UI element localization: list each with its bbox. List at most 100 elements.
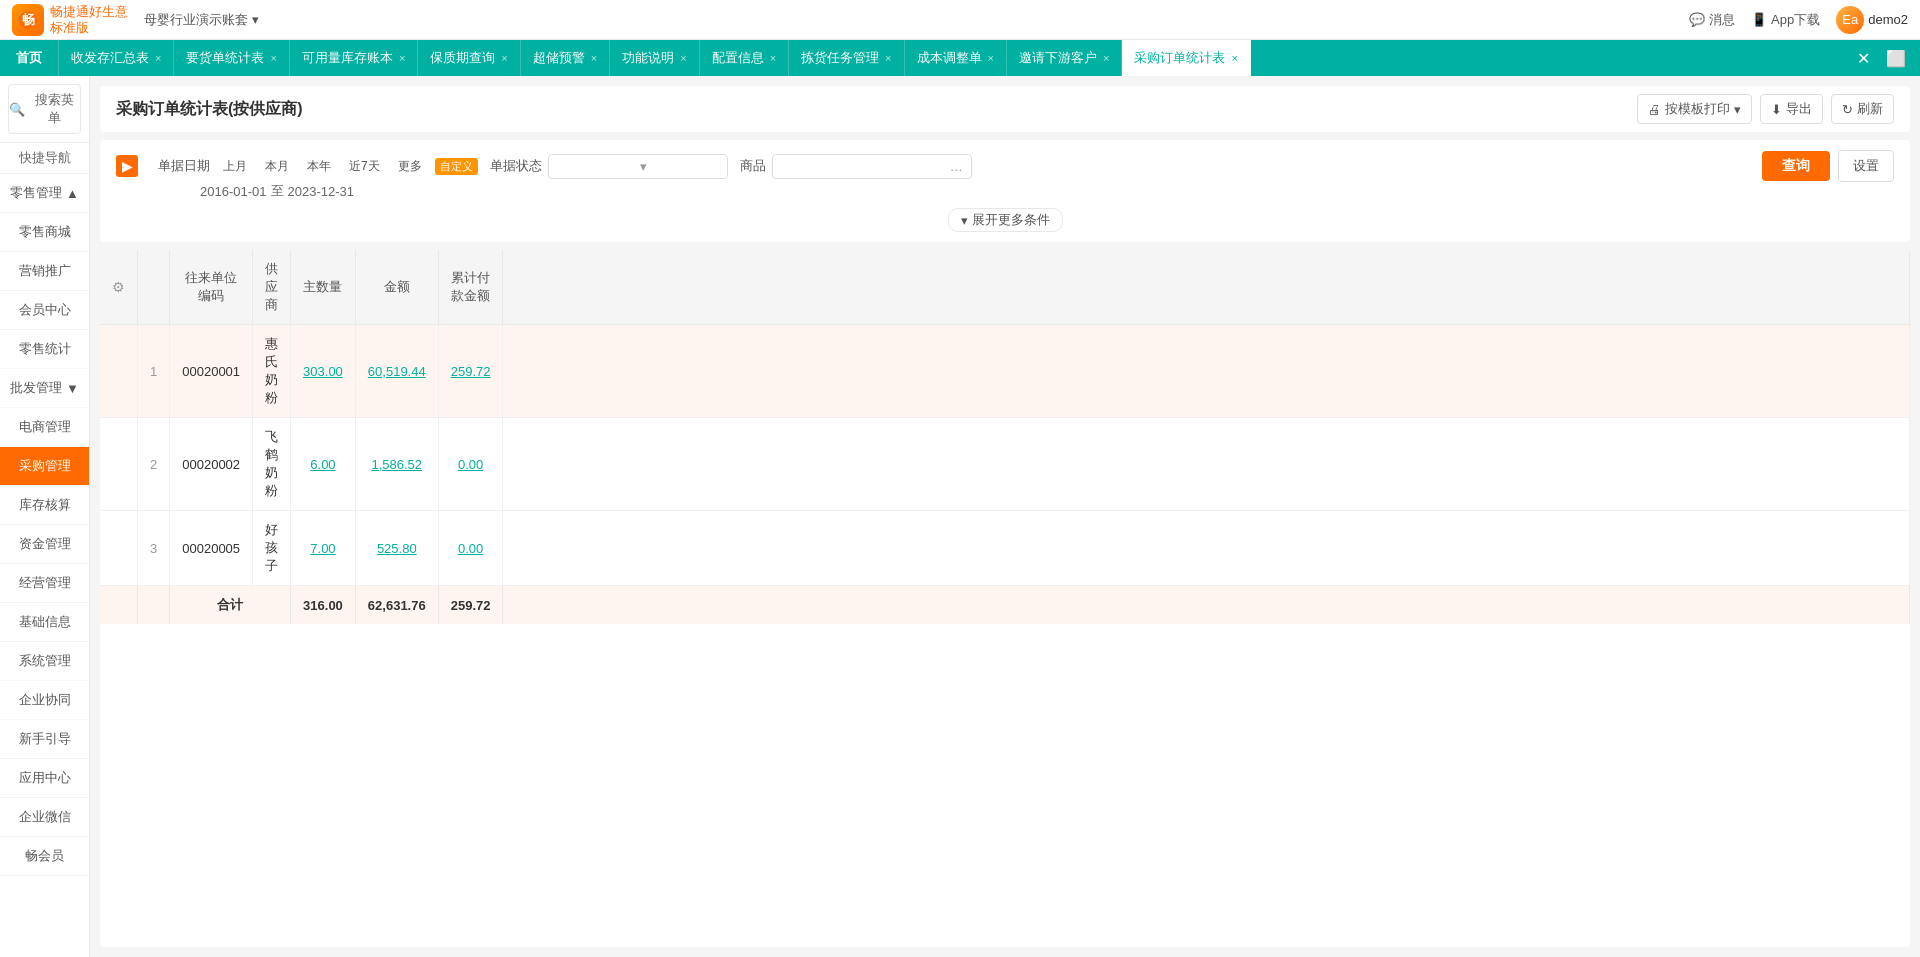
close-tab-button[interactable]: ✕ xyxy=(1851,47,1876,70)
shortcut-this-year[interactable]: 本年 xyxy=(300,155,338,178)
sidebar-item-marketing[interactable]: 营销推广 xyxy=(0,252,89,291)
cell-paid[interactable]: 259.72 xyxy=(438,325,503,418)
message-button[interactable]: 💬 消息 xyxy=(1689,11,1735,29)
sidebar-item-label: 企业微信 xyxy=(19,808,71,826)
close-icon[interactable]: × xyxy=(501,52,507,64)
cell-quantity[interactable]: 6.00 xyxy=(291,418,356,511)
top-bar-right: 💬 消息 📱 App下载 Ea demo2 xyxy=(1689,6,1908,34)
footer-row-num xyxy=(138,586,170,625)
tab-usable-stock[interactable]: 可用量库存账本 × xyxy=(290,40,418,76)
setting-button[interactable]: 设置 xyxy=(1838,150,1894,182)
cell-unit-code: 00020001 xyxy=(170,325,253,418)
logo-text: 畅捷通好生意 标准版 xyxy=(50,4,128,35)
sidebar-item-purchase-mgmt[interactable]: 采购管理 xyxy=(0,447,89,486)
close-icon[interactable]: × xyxy=(680,52,686,64)
cell-amount[interactable]: 60,519.44 xyxy=(355,325,438,418)
cell-quantity[interactable]: 303.00 xyxy=(291,325,356,418)
top-bar-left: 畅 畅捷通好生意 标准版 母婴行业演示账套 ▾ xyxy=(12,4,267,36)
tab-purchase-stats[interactable]: 采购订单统计表 × xyxy=(1122,40,1250,76)
tab-config[interactable]: 配置信息 × xyxy=(700,40,789,76)
app-download-button[interactable]: 📱 App下载 xyxy=(1751,11,1820,29)
close-icon[interactable]: × xyxy=(270,52,276,64)
close-icon[interactable]: × xyxy=(399,52,405,64)
tab-label: 采购订单统计表 xyxy=(1134,49,1225,67)
workspace-selector[interactable]: 母婴行业演示账套 ▾ xyxy=(136,9,267,31)
sidebar-item-ecommerce[interactable]: 电商管理 xyxy=(0,408,89,447)
search-button[interactable]: 🔍 搜索英单 xyxy=(8,84,81,134)
sidebar-item-label: 基础信息 xyxy=(19,613,71,631)
tab-overstock[interactable]: 超储预警 × xyxy=(521,40,610,76)
tab-label: 成本调整单 xyxy=(917,49,982,67)
refresh-button[interactable]: ↻ 刷新 xyxy=(1831,94,1894,124)
sidebar-item-enterprise[interactable]: 企业协同 xyxy=(0,681,89,720)
close-icon[interactable]: × xyxy=(885,52,891,64)
goods-input[interactable] xyxy=(781,159,950,174)
sidebar-item-wholesale-mgmt[interactable]: 批发管理 ▼ xyxy=(0,369,89,408)
cell-amount[interactable]: 525.80 xyxy=(355,511,438,586)
cell-settings xyxy=(100,511,138,586)
close-icon[interactable]: × xyxy=(1231,52,1237,64)
close-icon[interactable]: × xyxy=(988,52,994,64)
tab-task-mgmt[interactable]: 拣货任务管理 × xyxy=(789,40,904,76)
template-print-button[interactable]: 🖨 按模板打印 ▾ xyxy=(1637,94,1752,124)
shortcut-last-month[interactable]: 上月 xyxy=(216,155,254,178)
close-icon[interactable]: × xyxy=(770,52,776,64)
sidebar-item-stock-check[interactable]: 库存核算 xyxy=(0,486,89,525)
shortcut-more[interactable]: 更多 xyxy=(391,155,429,178)
sidebar-item-member[interactable]: 会员中心 xyxy=(0,291,89,330)
sidebar-item-retail-mall[interactable]: 零售商城 xyxy=(0,213,89,252)
footer-paid: 259.72 xyxy=(438,586,503,625)
sidebar-item-retail-mgmt[interactable]: 零售管理 ▲ xyxy=(0,174,89,213)
col-row-num xyxy=(138,250,170,325)
tab-home[interactable]: 首页 xyxy=(0,40,59,76)
sidebar-item-ops-mgmt[interactable]: 经营管理 xyxy=(0,564,89,603)
toggle-filter-button[interactable]: ▶ xyxy=(116,155,138,177)
more-icon[interactable]: … xyxy=(950,159,963,174)
export-button[interactable]: ⬇ 导出 xyxy=(1760,94,1823,124)
sidebar: 🔍 搜索英单 快捷导航 零售管理 ▲ 零售商城 营销推广 会员中心 零售统计 批… xyxy=(0,76,90,957)
tab-collect-pay[interactable]: 收发存汇总表 × xyxy=(59,40,174,76)
cell-quantity[interactable]: 7.00 xyxy=(291,511,356,586)
cell-extra xyxy=(503,325,1910,418)
close-icon[interactable]: × xyxy=(1103,52,1109,64)
sidebar-item-app-center[interactable]: 应用中心 xyxy=(0,759,89,798)
goods-filter: 商品 … xyxy=(740,154,972,179)
sidebar-item-finance-mgmt[interactable]: 资金管理 xyxy=(0,525,89,564)
sidebar-item-label: 电商管理 xyxy=(19,418,71,436)
tab-order-stats[interactable]: 要货单统计表 × xyxy=(174,40,289,76)
cell-amount[interactable]: 1,586.52 xyxy=(355,418,438,511)
sidebar-item-label: 零售管理 xyxy=(10,184,62,202)
col-settings[interactable]: ⚙ xyxy=(100,250,138,325)
tab-func-desc[interactable]: 功能说明 × xyxy=(610,40,699,76)
close-icon[interactable]: × xyxy=(155,52,161,64)
tab-label: 超储预警 xyxy=(533,49,585,67)
tab-warranty[interactable]: 保质期查询 × xyxy=(418,40,520,76)
tab-cost-adj[interactable]: 成本调整单 × xyxy=(905,40,1007,76)
sidebar-item-new-guide[interactable]: 新手引导 xyxy=(0,720,89,759)
cell-paid[interactable]: 0.00 xyxy=(438,511,503,586)
sidebar-item-retail-stats[interactable]: 零售统计 xyxy=(0,330,89,369)
sidebar-item-sys-mgmt[interactable]: 系统管理 xyxy=(0,642,89,681)
sidebar-item-label: 采购管理 xyxy=(19,457,71,475)
expand-more-button[interactable]: ▾ 展开更多条件 xyxy=(948,208,1063,232)
quick-nav-label: 快捷导航 xyxy=(19,149,71,167)
sidebar-item-enterprise-wx[interactable]: 企业微信 xyxy=(0,798,89,837)
user-area[interactable]: Ea demo2 xyxy=(1836,6,1908,34)
close-icon[interactable]: × xyxy=(591,52,597,64)
shortcut-7days[interactable]: 近7天 xyxy=(342,155,387,178)
sidebar-item-membership[interactable]: 畅会员 xyxy=(0,837,89,876)
footer-label: 合计 xyxy=(170,586,291,625)
quick-nav-button[interactable]: 快捷导航 xyxy=(0,143,89,174)
chevron-icon: ▼ xyxy=(66,381,79,396)
date-range: 2016-01-01 至 2023-12-31 xyxy=(116,182,1894,200)
logo-icon: 畅 xyxy=(12,4,44,36)
status-select[interactable]: ▾ xyxy=(548,154,728,179)
cell-paid[interactable]: 0.00 xyxy=(438,418,503,511)
shortcut-this-month[interactable]: 本月 xyxy=(258,155,296,178)
sidebar-item-basic-info[interactable]: 基础信息 xyxy=(0,603,89,642)
tab-invite[interactable]: 邀请下游客户 × xyxy=(1007,40,1122,76)
date-from: 2016-01-01 xyxy=(200,184,267,199)
maximize-button[interactable]: ⬜ xyxy=(1880,47,1912,70)
query-button[interactable]: 查询 xyxy=(1762,151,1830,181)
date-shortcuts: 上月 本月 本年 近7天 更多 xyxy=(216,155,429,178)
